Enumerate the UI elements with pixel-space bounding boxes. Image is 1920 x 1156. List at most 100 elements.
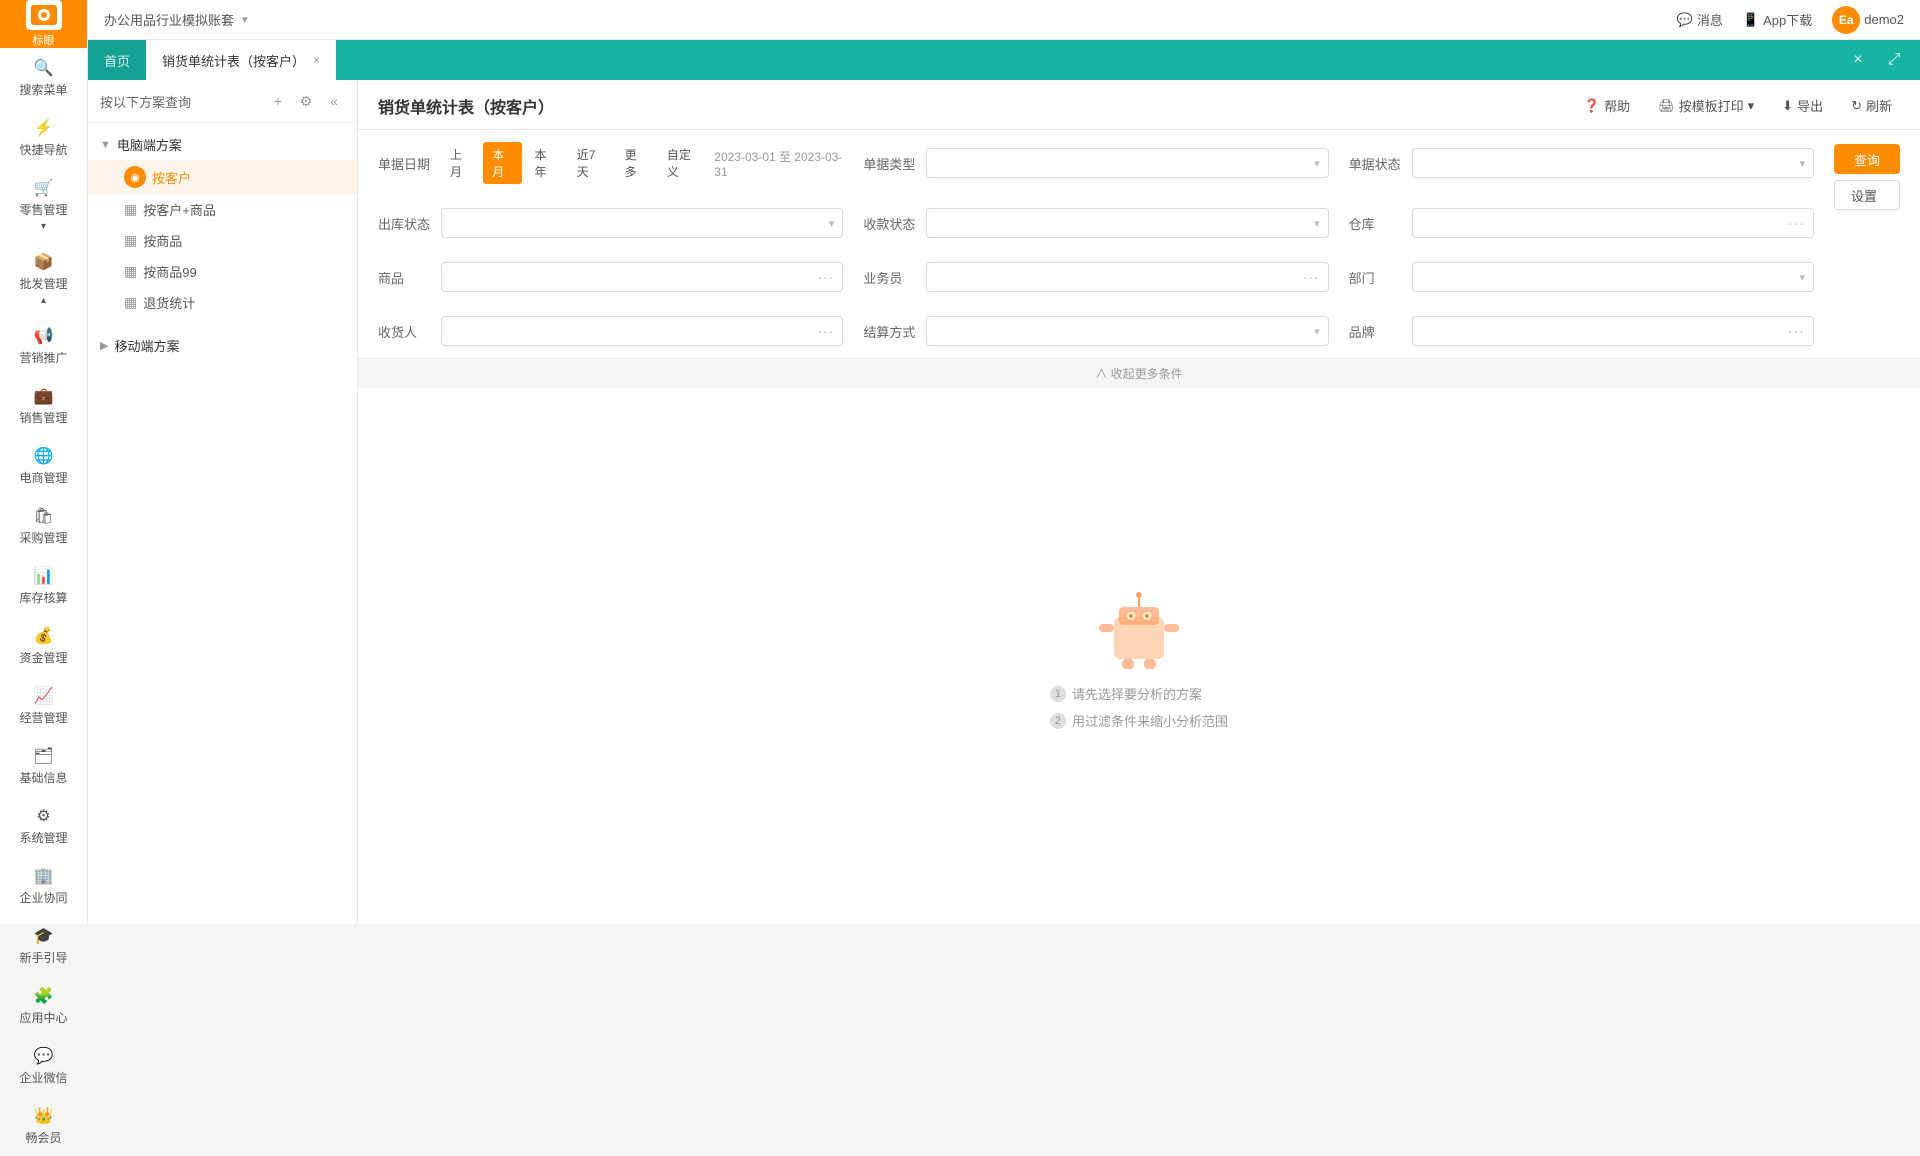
empty-illustration	[1089, 582, 1189, 672]
sidebar-item-label: 基础信息	[19, 769, 67, 786]
retail-icon: 🛒	[34, 178, 54, 198]
sidebar-item-wechat[interactable]: 💬 企业微信	[0, 1036, 87, 1096]
message-button[interactable]: 💬 消息	[1677, 10, 1723, 29]
tab-home[interactable]: 首页	[88, 40, 146, 80]
sidebar-item-marketing[interactable]: 📢 营销推广	[0, 316, 87, 376]
dots-icon: ···	[1788, 323, 1805, 339]
warehouse-label: 仓库	[1349, 214, 1404, 233]
date-tab-custom[interactable]: 自定义	[658, 142, 706, 184]
member-icon: 👑	[34, 1106, 54, 1126]
sidebar-item-ecommerce[interactable]: 🌐 电商管理	[0, 436, 87, 496]
chevron-down-icon: ▾	[1314, 325, 1320, 338]
marketing-icon: 📢	[34, 326, 54, 346]
tab-active[interactable]: 销货单统计表（按客户） ×	[146, 40, 336, 80]
industry-dropdown-arrow[interactable]: ▾	[242, 13, 248, 26]
sidebar-item-label: 零售管理	[19, 201, 67, 218]
sidebar-logo[interactable]: 标眼	[0, 0, 87, 48]
brand-control[interactable]: ···	[1412, 316, 1814, 346]
date-tab-lastmonth[interactable]: 上月	[441, 142, 479, 184]
tab-minimize-button[interactable]: ×	[1844, 46, 1872, 74]
tree-collapse-icon: ▶	[100, 339, 108, 352]
refresh-button[interactable]: ↻ 刷新	[1843, 92, 1900, 119]
receiver-label: 收货人	[378, 322, 433, 341]
sidebar-item-retail[interactable]: 🛒 零售管理 ▾	[0, 168, 87, 242]
empty-tips: 1 请先选择要分析的方案 2 用过滤条件来缩小分析范围	[1050, 684, 1228, 730]
sidebar-item-quick-nav[interactable]: ⚡ 快捷导航	[0, 108, 87, 168]
out-status-control[interactable]: ▾	[441, 208, 843, 238]
settings-button[interactable]: 设置	[1834, 180, 1900, 210]
order-type-control[interactable]: ▾	[926, 148, 1328, 178]
tabs-actions: × ⤢	[1832, 46, 1920, 74]
dots-icon: ···	[1788, 215, 1805, 231]
sidebar-item-app-center[interactable]: 🧩 应用中心	[0, 976, 87, 1036]
panel-collapse-button[interactable]: «	[323, 90, 345, 112]
panel-add-button[interactable]: +	[267, 90, 289, 112]
sidebar-item-label: 资金管理	[19, 649, 67, 666]
sidebar-item-basic[interactable]: 🗂 基础信息	[0, 736, 87, 796]
collapse-label: ∧ 收起更多条件	[1095, 367, 1182, 381]
sidebar-item-system[interactable]: ⚙ 系统管理	[0, 796, 87, 856]
collapse-row[interactable]: ∧ 收起更多条件	[358, 358, 1920, 388]
tree-item-product[interactable]: ▦ 按商品	[88, 225, 357, 256]
chevron-up-icon: ▴	[41, 295, 46, 306]
sidebar-item-member[interactable]: 👑 畅会员	[0, 1096, 87, 1156]
tree-group-desktop[interactable]: ▼ 电脑端方案	[88, 129, 357, 160]
app-download-button[interactable]: 📱 App下载	[1743, 10, 1812, 29]
sidebar-item-label: 畅会员	[25, 1129, 61, 1146]
tree-item-icon: ▦	[124, 294, 137, 311]
date-tab-more[interactable]: 更多	[616, 142, 654, 184]
out-status-label: 出库状态	[378, 214, 433, 233]
tree-group-mobile[interactable]: ▶ 移动端方案	[88, 330, 357, 361]
page-title-actions: ❓ 帮助 🖨 按模板打印 ▾ ⬇ 导出 ↻	[1576, 92, 1900, 119]
user-menu-button[interactable]: Ea demo2	[1832, 6, 1904, 34]
sidebar-item-label: 库存核算	[19, 589, 67, 606]
empty-tip-2: 2 用过滤条件来缩小分析范围	[1050, 711, 1228, 730]
date-tab-thismonth[interactable]: 本月	[483, 142, 521, 184]
tree-item-icon: ▦	[124, 263, 137, 280]
warehouse-control[interactable]: ···	[1412, 208, 1814, 238]
sidebar-item-inventory[interactable]: 📊 库存核算	[0, 556, 87, 616]
tab-maximize-button[interactable]: ⤢	[1880, 46, 1908, 74]
page-title-row: 销货单统计表（按客户） ❓ 帮助 🖨 按模板打印 ▾ ⬇	[378, 92, 1900, 119]
tree-item-label: 按商品99	[143, 262, 196, 281]
panel-settings-button[interactable]: ⚙	[295, 90, 317, 112]
system-icon: ⚙	[36, 806, 50, 826]
header-left: 办公用品行业模拟账套 ▾	[104, 10, 248, 29]
payment-label: 结算方式	[863, 322, 918, 341]
tree-section-mobile: ▶ 移动端方案	[88, 324, 357, 367]
tree-item-label: 按客户	[152, 168, 191, 187]
sidebar-item-wholesale[interactable]: 📦 批发管理 ▴	[0, 242, 87, 316]
basic-icon: 🗂	[33, 746, 53, 766]
filter-out-status: 出库状态 ▾	[378, 208, 843, 238]
search-button[interactable]: 查询	[1834, 144, 1900, 174]
sidebar-item-purchase[interactable]: 🛍 采购管理	[0, 496, 87, 556]
tab-close-icon[interactable]: ×	[313, 53, 320, 67]
date-tab-7days[interactable]: 近7天	[568, 142, 612, 184]
export-button[interactable]: ⬇ 导出	[1774, 92, 1831, 119]
dept-control[interactable]: ▾	[1412, 262, 1814, 292]
tree-item-customer-product[interactable]: ▦ 按客户+商品	[88, 194, 357, 225]
sidebar-item-search-menu[interactable]: 🔍 搜索菜单	[0, 48, 87, 108]
sidebar-item-finance[interactable]: 💰 资金管理	[0, 616, 87, 676]
tree-item-customer[interactable]: ◉ 按客户	[88, 160, 357, 194]
sidebar-item-operations[interactable]: 📈 经营管理	[0, 676, 87, 736]
receiver-control[interactable]: ···	[441, 316, 843, 346]
print-button[interactable]: 🖨 按模板打印 ▾	[1650, 92, 1762, 119]
sidebar-item-tutorial[interactable]: 🎓 新手引导	[0, 916, 87, 976]
sidebar-item-sales[interactable]: 💼 销售管理	[0, 376, 87, 436]
tree-item-product99[interactable]: ▦ 按商品99	[88, 256, 357, 287]
pay-status-control[interactable]: ▾	[926, 208, 1328, 238]
tree-item-return-stats[interactable]: ▦ 退货统计	[88, 287, 357, 318]
payment-control[interactable]: ▾	[926, 316, 1328, 346]
order-status-control[interactable]: ▾	[1412, 148, 1814, 178]
sidebar-item-label: 新手引导	[19, 949, 67, 966]
help-icon: ❓	[1584, 98, 1600, 114]
product-control[interactable]: ···	[441, 262, 843, 292]
sidebar-item-enterprise[interactable]: 🏢 企业协同	[0, 856, 87, 916]
help-button[interactable]: ❓ 帮助	[1576, 92, 1638, 119]
sidebar-item-label: 经营管理	[19, 709, 67, 726]
content-area: 按以下方案查询 + ⚙ « ▼ 电脑端方案	[88, 80, 1920, 924]
staff-control[interactable]: ···	[926, 262, 1328, 292]
date-tab-thisyear[interactable]: 本年	[526, 142, 564, 184]
top-header: 办公用品行业模拟账套 ▾ 💬 消息 📱 App下载 Ea demo2	[88, 0, 1920, 40]
